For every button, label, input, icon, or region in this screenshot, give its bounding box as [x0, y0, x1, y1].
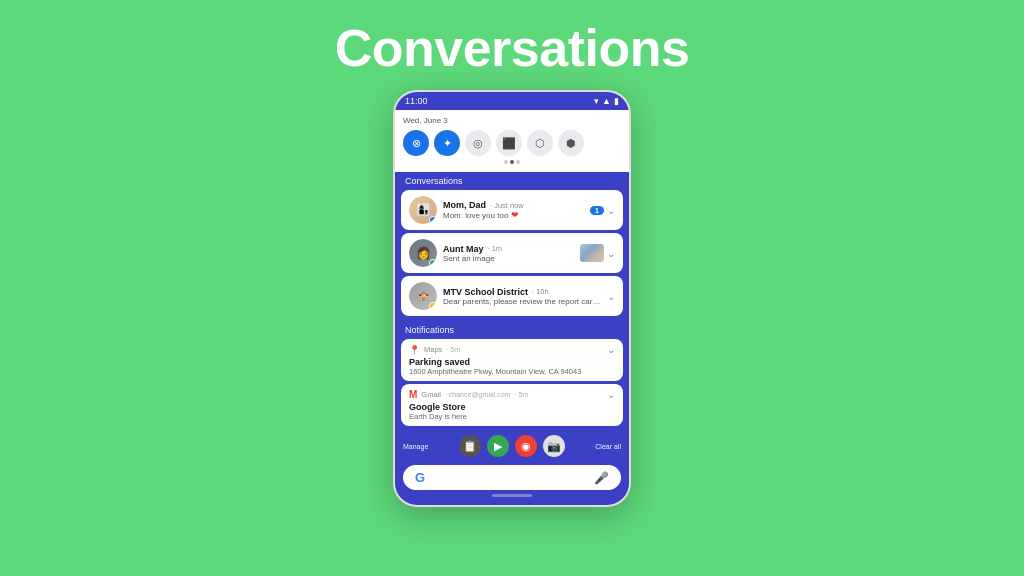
conv-chevron-aunt-may[interactable]: ⌄: [607, 248, 615, 259]
notif-header-gmail: M Gmail · chance@gmail.com · 5m ⌄: [409, 389, 615, 400]
qs-location-icon[interactable]: ⊗: [403, 130, 429, 156]
manage-button[interactable]: Manage: [403, 443, 428, 450]
conv-name-mom-dad: Mom, Dad: [443, 200, 486, 210]
maps-app-name: Maps: [424, 345, 442, 354]
qs-dnd-icon[interactable]: ◎: [465, 130, 491, 156]
mom-dad-status-dot: [429, 216, 437, 224]
google-search-bar[interactable]: G 🎤: [403, 465, 621, 490]
conv-msg-mom-dad: Mom: love you too ❤: [443, 210, 584, 220]
conv-msg-mtv: Dear parents, please review the report c…: [443, 297, 601, 306]
qs-nfc-icon[interactable]: ⬡: [527, 130, 553, 156]
mtv-status-dot: [429, 302, 437, 310]
clear-all-button[interactable]: Clear all: [595, 443, 621, 450]
qs-icons-row: ⊗ ✦ ◎ ⬛ ⬡ ⬢: [403, 130, 621, 156]
conv-content-mom-dad: Mom, Dad · Just now Mom: love you too ❤: [443, 200, 584, 220]
phone-frame: 11:00 ▾ ▲ ▮ Wed, June 3 ⊗ ✦ ◎ ⬛ ⬡ ⬢ Conv…: [393, 90, 631, 507]
qs-screenshot-icon[interactable]: ⬢: [558, 130, 584, 156]
conv-msg-aunt-may: Sent an image: [443, 254, 574, 263]
conv-actions-mtv: ⌄: [607, 291, 615, 302]
qs-trash-icon[interactable]: ⬛: [496, 130, 522, 156]
conv-name-row-mtv: MTV School District · 10h: [443, 287, 601, 297]
conv-content-mtv: MTV School District · 10h Dear parents, …: [443, 287, 601, 306]
conversations-header: Conversations: [395, 172, 629, 190]
conv-item-mtv-school[interactable]: 🏫 MTV School District · 10h Dear parents…: [401, 276, 623, 316]
page-title: Conversations: [335, 18, 690, 78]
conv-badge-mom-dad: 1: [590, 206, 604, 215]
bottom-bar: Manage 📋 ▶ ◉ 📷 Clear all: [395, 431, 629, 461]
notif-item-maps[interactable]: 📍 Maps · 5m ⌄ Parking saved 1600 Amphith…: [401, 339, 623, 381]
status-time: 11:00: [405, 96, 428, 106]
conv-chevron-mtv[interactable]: ⌄: [607, 291, 615, 302]
conv-name-aunt-may: Aunt May: [443, 244, 484, 254]
status-bar: 11:00 ▾ ▲ ▮: [395, 92, 629, 110]
gmail-app-email: · chance@gmail.com: [445, 391, 510, 398]
notif-app-row-maps: 📍 Maps · 5m: [409, 345, 460, 355]
status-icons: ▾ ▲ ▮: [594, 96, 619, 106]
camera-icon[interactable]: 📷: [543, 435, 565, 457]
qs-bluetooth-icon[interactable]: ✦: [434, 130, 460, 156]
conv-time-aunt-may: · 1m: [488, 244, 503, 253]
gmail-app-name: Gmail: [421, 390, 441, 399]
qs-dot-2: [510, 160, 514, 164]
notifications-header: Notifications: [395, 321, 629, 339]
battery-icon: ▮: [614, 96, 619, 106]
quick-settings: Wed, June 3 ⊗ ✦ ◎ ⬛ ⬡ ⬢: [395, 110, 629, 172]
conv-avatar-mtv: 🏫: [409, 282, 437, 310]
qs-date: Wed, June 3: [403, 116, 621, 125]
notif-item-gmail[interactable]: M Gmail · chance@gmail.com · 5m ⌄ Google…: [401, 384, 623, 426]
conv-actions-aunt-may: ⌄: [580, 244, 615, 262]
conv-time-mom-dad: · Just now: [490, 201, 524, 210]
conv-avatar-aunt-may: 👩: [409, 239, 437, 267]
gmail-app-time: · 5m: [514, 391, 528, 398]
conv-name-mtv: MTV School District: [443, 287, 528, 297]
maps-app-time: · 5m: [446, 346, 460, 353]
notif-chevron-maps[interactable]: ⌄: [607, 344, 615, 355]
gmail-app-icon: M: [409, 389, 417, 400]
notif-chevron-gmail[interactable]: ⌄: [607, 389, 615, 400]
conv-actions-mom-dad: 1 ⌄: [590, 205, 615, 216]
home-bar: G 🎤: [395, 461, 629, 505]
conv-avatar-mom-dad: 👩‍👦: [409, 196, 437, 224]
conv-time-mtv: · 10h: [532, 287, 549, 296]
home-indicator: [492, 494, 532, 497]
bottom-app-icons: 📋 ▶ ◉ 📷: [459, 435, 565, 457]
gmail-notif-title: Google Store: [409, 402, 615, 412]
conv-name-row-mom-dad: Mom, Dad · Just now: [443, 200, 584, 210]
maps-notif-title: Parking saved: [409, 357, 615, 367]
aunt-may-image-thumb: [580, 244, 604, 262]
conv-item-aunt-may[interactable]: 👩 Aunt May · 1m Sent an image ⌄: [401, 233, 623, 273]
qs-dot-3: [516, 160, 520, 164]
maps-notif-body: 1600 Amphitheatre Pkwy, Mountain View, C…: [409, 367, 615, 376]
conv-heart-icon: ❤: [511, 210, 519, 220]
notif-header-maps: 📍 Maps · 5m ⌄: [409, 344, 615, 355]
conv-item-mom-dad[interactable]: 👩‍👦 Mom, Dad · Just now Mom: love you to…: [401, 190, 623, 230]
play-store-icon[interactable]: ▶: [487, 435, 509, 457]
mic-icon[interactable]: 🎤: [594, 471, 609, 485]
qs-dot-1: [504, 160, 508, 164]
wifi-icon: ▾: [594, 96, 599, 106]
maps-app-icon: 📍: [409, 345, 420, 355]
notifications-section: Notifications 📍 Maps · 5m ⌄ Parking save…: [395, 321, 629, 431]
files-app-icon[interactable]: 📋: [459, 435, 481, 457]
conv-content-aunt-may: Aunt May · 1m Sent an image: [443, 244, 574, 263]
chrome-icon[interactable]: ◉: [515, 435, 537, 457]
conversations-section: Conversations 👩‍👦 Mom, Dad · Just now Mo…: [395, 172, 629, 321]
signal-icon: ▲: [602, 96, 611, 106]
conv-chevron-mom-dad[interactable]: ⌄: [607, 205, 615, 216]
gmail-notif-body: Earth Day is here: [409, 412, 615, 421]
google-g-logo: G: [415, 470, 425, 485]
notif-app-row-gmail: M Gmail · chance@gmail.com · 5m: [409, 389, 528, 400]
conv-name-row-aunt-may: Aunt May · 1m: [443, 244, 574, 254]
qs-page-dots: [403, 160, 621, 164]
aunt-may-status-dot: [429, 259, 437, 267]
